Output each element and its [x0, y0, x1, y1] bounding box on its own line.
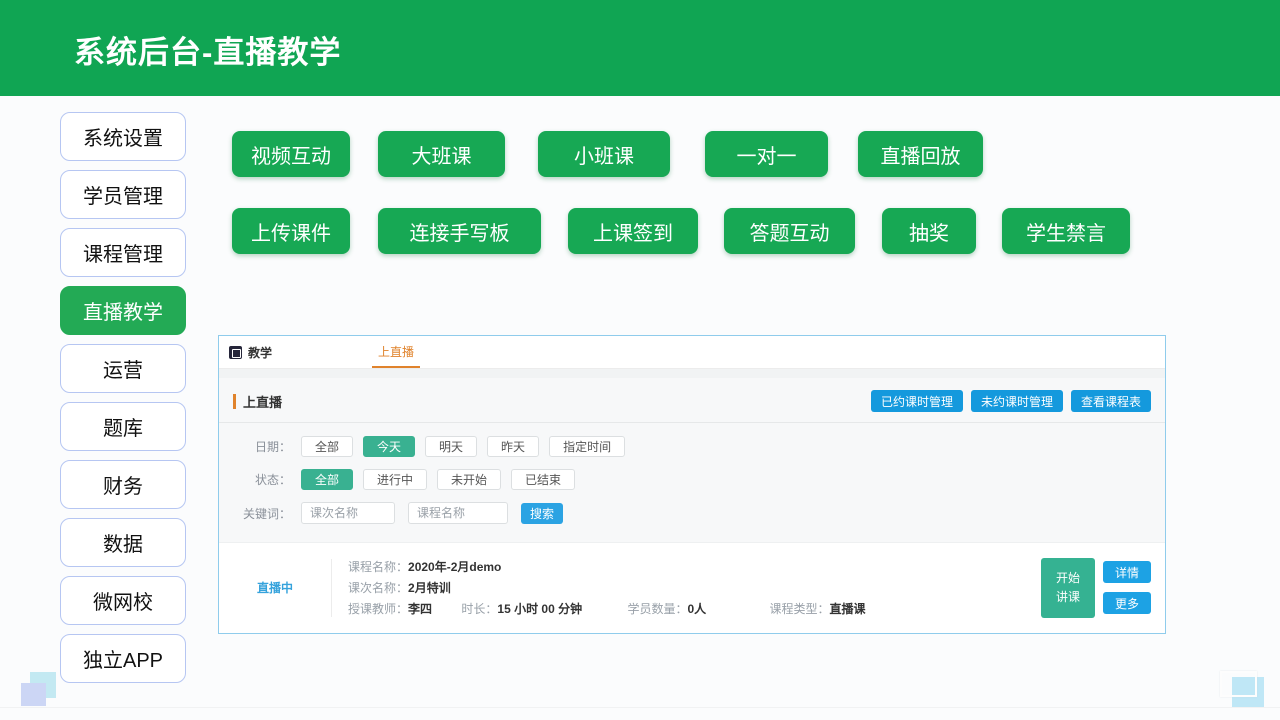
section-title: 上直播 [243, 392, 282, 411]
scheduled-hours-button[interactable]: 已约课时管理 [871, 390, 963, 412]
course-name-line: 课程名称：2020年-2月demo [348, 558, 1041, 575]
feature-row-2: 上传课件 连接手写板 上课签到 答题互动 抽奖 学生禁言 [232, 208, 1192, 254]
teacher-label: 授课教师： [348, 602, 408, 616]
filter-area: 日期： 全部 今天 明天 昨天 指定时间 状态： 全部 进行中 未开始 已结束 … [219, 423, 1165, 524]
course-name-value: 2020年-2月demo [408, 560, 501, 574]
duration-value: 15 小时 00 分钟 [497, 602, 582, 616]
lesson-name-input[interactable] [301, 502, 395, 524]
date-filter-label: 日期： [233, 438, 291, 455]
sidebar-item-question-bank[interactable]: 题库 [60, 402, 186, 451]
decor-square-outline-right [1220, 671, 1257, 697]
keyword-filter-row: 关键词： 搜索 [233, 502, 1165, 524]
bottom-strip [0, 707, 1280, 720]
feature-button-small-class[interactable]: 小班课 [538, 131, 670, 177]
date-chip-custom-time[interactable]: 指定时间 [549, 436, 625, 457]
more-button[interactable]: 更多 [1103, 592, 1151, 614]
course-type-value: 直播课 [830, 602, 866, 616]
feature-button-video-interaction[interactable]: 视频互动 [232, 131, 350, 177]
students-value: 0人 [687, 602, 706, 616]
date-chip-all[interactable]: 全部 [301, 436, 353, 457]
row-divider [331, 559, 332, 617]
lesson-name-value: 2月特训 [408, 581, 451, 595]
status-filter-label: 状态： [233, 471, 291, 488]
feature-button-handwriting-board[interactable]: 连接手写板 [378, 208, 541, 254]
unscheduled-hours-button[interactable]: 未约课时管理 [971, 390, 1063, 412]
section-title-group: 上直播 [233, 392, 282, 411]
feature-buttons: 视频互动 大班课 小班课 一对一 直播回放 上传课件 连接手写板 上课签到 答题… [232, 131, 1192, 254]
keyword-filter-label: 关键词： [233, 505, 291, 522]
status-filter-row: 状态： 全部 进行中 未开始 已结束 [233, 469, 1165, 490]
sidebar-item-system-settings[interactable]: 系统设置 [60, 112, 186, 161]
feature-button-upload-courseware[interactable]: 上传课件 [232, 208, 350, 254]
live-status-badge: 直播中 [219, 579, 331, 596]
feature-row-1: 视频互动 大班课 小班课 一对一 直播回放 [232, 131, 1192, 177]
search-button[interactable]: 搜索 [521, 503, 563, 524]
section-accent-bar [233, 394, 236, 409]
app-logo-icon [229, 346, 242, 359]
session-details: 课程名称：2020年-2月demo 课次名称：2月特训 授课教师：李四 时长：1… [348, 554, 1041, 621]
feature-button-lottery[interactable]: 抽奖 [882, 208, 976, 254]
sidebar-item-micro-school[interactable]: 微网校 [60, 576, 186, 625]
view-timetable-button[interactable]: 查看课程表 [1071, 390, 1151, 412]
sidebar-item-live-teaching[interactable]: 直播教学 [60, 286, 186, 335]
status-chip-ended[interactable]: 已结束 [511, 469, 575, 490]
sidebar-item-data[interactable]: 数据 [60, 518, 186, 567]
sidebar-item-finance[interactable]: 财务 [60, 460, 186, 509]
feature-button-one-on-one[interactable]: 一对一 [705, 131, 828, 177]
sidebar-item-standalone-app[interactable]: 独立APP [60, 634, 186, 683]
page-title: 系统后台-直播教学 [0, 0, 1280, 72]
detail-button[interactable]: 详情 [1103, 561, 1151, 583]
sidebar-item-course-management[interactable]: 课程管理 [60, 228, 186, 277]
status-chip-in-progress[interactable]: 进行中 [363, 469, 427, 490]
decor-square-lavender-left [21, 683, 46, 706]
tab-live-stream[interactable]: 上直播 [372, 336, 420, 368]
panel-tabbar: 教学 上直播 [219, 336, 1165, 369]
duration-label: 时长： [461, 602, 497, 616]
course-type-label: 课程类型： [769, 602, 829, 616]
lesson-name-label: 课次名称： [348, 581, 408, 595]
status-chip-all[interactable]: 全部 [301, 469, 353, 490]
lesson-name-line: 课次名称：2月特训 [348, 579, 1041, 596]
sidebar: 系统设置 学员管理 课程管理 直播教学 运营 题库 财务 数据 微网校 独立AP… [60, 112, 186, 683]
live-session-row: 直播中 课程名称：2020年-2月demo 课次名称：2月特训 授课教师：李四 … [219, 542, 1165, 632]
students-label: 学员数量： [627, 602, 687, 616]
panel-gap-strip [219, 369, 1165, 378]
date-chip-tomorrow[interactable]: 明天 [425, 436, 477, 457]
start-teaching-button[interactable]: 开始讲课 [1041, 558, 1095, 618]
section-buttons: 已约课时管理 未约课时管理 查看课程表 [871, 390, 1151, 412]
brand-label: 教学 [248, 344, 272, 361]
section-header: 上直播 已约课时管理 未约课时管理 查看课程表 [219, 378, 1165, 423]
date-filter-row: 日期： 全部 今天 明天 昨天 指定时间 [233, 436, 1165, 457]
row-actions: 开始讲课 详情 更多 [1041, 558, 1151, 618]
feature-button-student-mute[interactable]: 学生禁言 [1002, 208, 1130, 254]
feature-button-class-checkin[interactable]: 上课签到 [568, 208, 698, 254]
panel-content: 上直播 已约课时管理 未约课时管理 查看课程表 日期： 全部 今天 明天 昨天 … [219, 378, 1165, 632]
session-meta-line: 授课教师：李四 时长：15 小时 00 分钟 学员数量：0人 课程类型：直播课 [348, 600, 1041, 617]
course-name-label: 课程名称： [348, 560, 408, 574]
admin-panel: 教学 上直播 上直播 已约课时管理 未约课时管理 查看课程表 日期： 全部 今天… [218, 335, 1166, 634]
sidebar-item-student-management[interactable]: 学员管理 [60, 170, 186, 219]
feature-button-live-replay[interactable]: 直播回放 [858, 131, 983, 177]
status-chip-not-started[interactable]: 未开始 [437, 469, 501, 490]
teacher-value: 李四 [408, 602, 432, 616]
date-chip-yesterday[interactable]: 昨天 [487, 436, 539, 457]
sidebar-item-operations[interactable]: 运营 [60, 344, 186, 393]
feature-button-quiz-interaction[interactable]: 答题互动 [724, 208, 855, 254]
mini-actions-column: 详情 更多 [1103, 561, 1151, 614]
date-chip-today[interactable]: 今天 [363, 436, 415, 457]
course-name-input[interactable] [408, 502, 508, 524]
top-banner: 系统后台-直播教学 [0, 0, 1280, 96]
feature-button-large-class[interactable]: 大班课 [378, 131, 505, 177]
